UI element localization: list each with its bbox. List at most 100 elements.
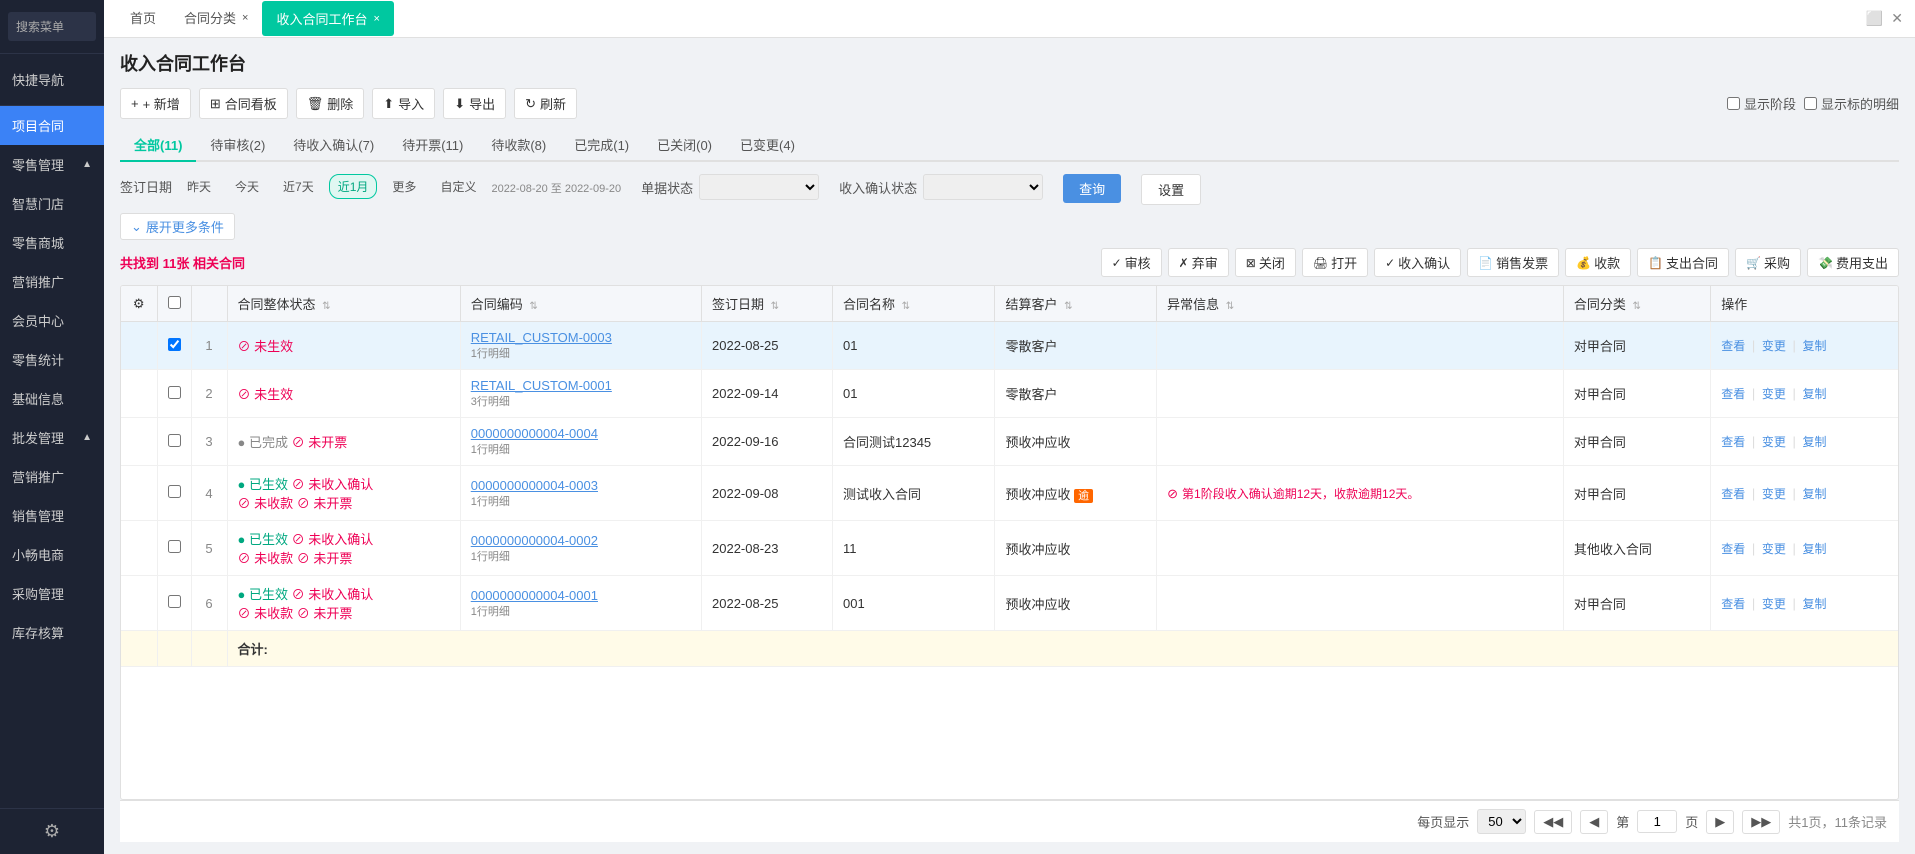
row-settings[interactable] (121, 418, 157, 466)
action-btn-purchase[interactable]: 🛒采购 (1735, 248, 1801, 277)
close-button[interactable]: ✕ (1891, 10, 1903, 27)
expand-more-btn[interactable]: ⌄ 展开更多条件 (120, 213, 235, 240)
edit-btn[interactable]: 变更 (1762, 339, 1786, 353)
view-btn[interactable]: 查看 (1721, 542, 1745, 556)
sidebar-item-retail-mall[interactable]: 零售商城 (0, 223, 104, 262)
sub-tab-pending-income-confirm[interactable]: 待收入确认(7) (279, 129, 388, 162)
contract-code-link[interactable]: 0000000000004-0004 (471, 426, 598, 441)
yesterday-btn[interactable]: 昨天 (178, 174, 220, 199)
action-btn-close[interactable]: ⊠关闭 (1235, 248, 1296, 277)
refresh-button[interactable]: ↻ 刷新 (514, 88, 577, 119)
action-btn-sales-invoice[interactable]: 📄销售发票 (1467, 248, 1559, 277)
contract-category-header[interactable]: 合同分类 ⇅ (1563, 286, 1710, 322)
new-button[interactable]: + + 新增 (120, 88, 191, 119)
row-checkbox[interactable] (168, 485, 181, 498)
action-btn-expense-output[interactable]: 💸费用支出 (1807, 248, 1899, 277)
query-button[interactable]: 查询 (1063, 174, 1121, 203)
select-all-checkbox[interactable] (168, 296, 181, 309)
action-btn-print[interactable]: 🖨打开 (1302, 248, 1368, 277)
view-btn[interactable]: 查看 (1721, 435, 1745, 449)
copy-btn[interactable]: 复制 (1803, 542, 1827, 556)
first-page-button[interactable]: ◀◀ (1534, 810, 1572, 834)
copy-btn[interactable]: 复制 (1803, 597, 1827, 611)
last7days-btn[interactable]: 近7天 (274, 174, 323, 199)
tab-home[interactable]: 首页 (116, 0, 170, 37)
sidebar-item-sales-mgmt[interactable]: 销售管理 (0, 496, 104, 535)
sidebar-item-retail-mgmt[interactable]: 零售管理▲ (0, 145, 104, 184)
settings-icon[interactable]: ⚙ (44, 821, 60, 842)
sidebar-item-marketing[interactable]: 营销推广 (0, 262, 104, 301)
settings-col-header[interactable]: ⚙ (121, 286, 157, 322)
filter-setting-button[interactable]: 设置 (1141, 174, 1201, 205)
contract-code-link[interactable]: 0000000000004-0002 (471, 533, 598, 548)
row-settings[interactable] (121, 370, 157, 418)
sidebar-item-member[interactable]: 会员中心 (0, 301, 104, 340)
last-page-button[interactable]: ▶▶ (1742, 810, 1780, 834)
row-settings[interactable] (121, 521, 157, 576)
last1month-btn[interactable]: 近1月 (329, 174, 378, 199)
row-checkbox[interactable] (168, 595, 181, 608)
show-mark-checkbox[interactable] (1804, 97, 1817, 110)
import-button[interactable]: ⬆ 导入 (372, 88, 435, 119)
edit-btn[interactable]: 变更 (1762, 542, 1786, 556)
view-btn[interactable]: 查看 (1721, 597, 1745, 611)
sub-tab-pending-review[interactable]: 待审核(2) (196, 129, 279, 162)
contract-name-header[interactable]: 合同名称 ⇅ (833, 286, 995, 322)
row-settings[interactable] (121, 466, 157, 521)
sidebar-item-marketing2[interactable]: 营销推广 (0, 457, 104, 496)
show-segment-checkbox[interactable] (1727, 97, 1740, 110)
copy-btn[interactable]: 复制 (1803, 339, 1827, 353)
show-mark-check[interactable]: 显示标的明细 (1804, 94, 1899, 113)
abnormal-info-header[interactable]: 异常信息 ⇅ (1157, 286, 1564, 322)
sidebar-item-ecommerce[interactable]: 小畅电商 (0, 535, 104, 574)
sidebar-item-batch-mgmt[interactable]: 批发管理▲ (0, 418, 104, 457)
export-button[interactable]: ⬇ 导出 (443, 88, 506, 119)
action-btn-output-contract[interactable]: 📋支出合同 (1637, 248, 1729, 277)
sub-tab-pending-invoice[interactable]: 待开票(11) (388, 129, 477, 162)
copy-btn[interactable]: 复制 (1803, 435, 1827, 449)
row-checkbox[interactable] (168, 434, 181, 447)
delete-button[interactable]: 🗑 删除 (296, 88, 365, 119)
row-settings[interactable] (121, 322, 157, 370)
view-btn[interactable]: 查看 (1721, 387, 1745, 401)
edit-btn[interactable]: 变更 (1762, 487, 1786, 501)
page-size-select[interactable]: 50 (1477, 809, 1526, 834)
copy-btn[interactable]: 复制 (1803, 387, 1827, 401)
quick-nav-item[interactable]: 快捷导航 (0, 62, 104, 97)
income-confirm-select[interactable] (923, 174, 1043, 200)
sub-tab-changed[interactable]: 已变更(4) (726, 129, 809, 162)
sub-tab-closed[interactable]: 已关闭(0) (643, 129, 726, 162)
tab-close-icon[interactable]: × (242, 12, 248, 24)
edit-btn[interactable]: 变更 (1762, 597, 1786, 611)
contract-code-link[interactable]: RETAIL_CUSTOM-0003 (471, 330, 612, 345)
tab-close-icon[interactable]: × (373, 13, 379, 25)
maximize-button[interactable]: ⬜ (1866, 10, 1883, 27)
prev-page-button[interactable]: ◀ (1580, 810, 1608, 834)
sidebar-item-retail-stats[interactable]: 零售统计 (0, 340, 104, 379)
edit-btn[interactable]: 变更 (1762, 435, 1786, 449)
sidebar-item-smart-store[interactable]: 智慧门店 (0, 184, 104, 223)
more-btn[interactable]: 更多 (383, 174, 425, 199)
contract-board-button[interactable]: ⊞ 合同看板 (199, 88, 288, 119)
sub-tab-pending-payment[interactable]: 待收款(8) (477, 129, 560, 162)
show-segment-check[interactable]: 显示阶段 (1727, 94, 1796, 113)
tab-contract-category[interactable]: 合同分类× (170, 0, 262, 37)
row-checkbox[interactable] (168, 386, 181, 399)
copy-btn[interactable]: 复制 (1803, 487, 1827, 501)
sub-tab-completed[interactable]: 已完成(1) (560, 129, 643, 162)
overall-status-header[interactable]: 合同整体状态 ⇅ (227, 286, 460, 322)
settlement-customer-header[interactable]: 结算客户 ⇅ (995, 286, 1157, 322)
today-btn[interactable]: 今天 (226, 174, 268, 199)
contract-code-link[interactable]: 0000000000004-0003 (471, 478, 598, 493)
action-btn-audit[interactable]: ✓审核 (1101, 248, 1162, 277)
action-btn-abandon[interactable]: ✗弃审 (1168, 248, 1229, 277)
contract-code-link[interactable]: RETAIL_CUSTOM-0001 (471, 378, 612, 393)
tab-income-contract[interactable]: 收入合同工作台× (262, 1, 393, 36)
view-btn[interactable]: 查看 (1721, 487, 1745, 501)
row-checkbox[interactable] (168, 540, 181, 553)
action-btn-payment[interactable]: 💰收款 (1565, 248, 1631, 277)
edit-btn[interactable]: 变更 (1762, 387, 1786, 401)
custom-btn[interactable]: 自定义 (431, 174, 485, 199)
row-settings[interactable] (121, 576, 157, 631)
contract-code-link[interactable]: 0000000000004-0001 (471, 588, 598, 603)
